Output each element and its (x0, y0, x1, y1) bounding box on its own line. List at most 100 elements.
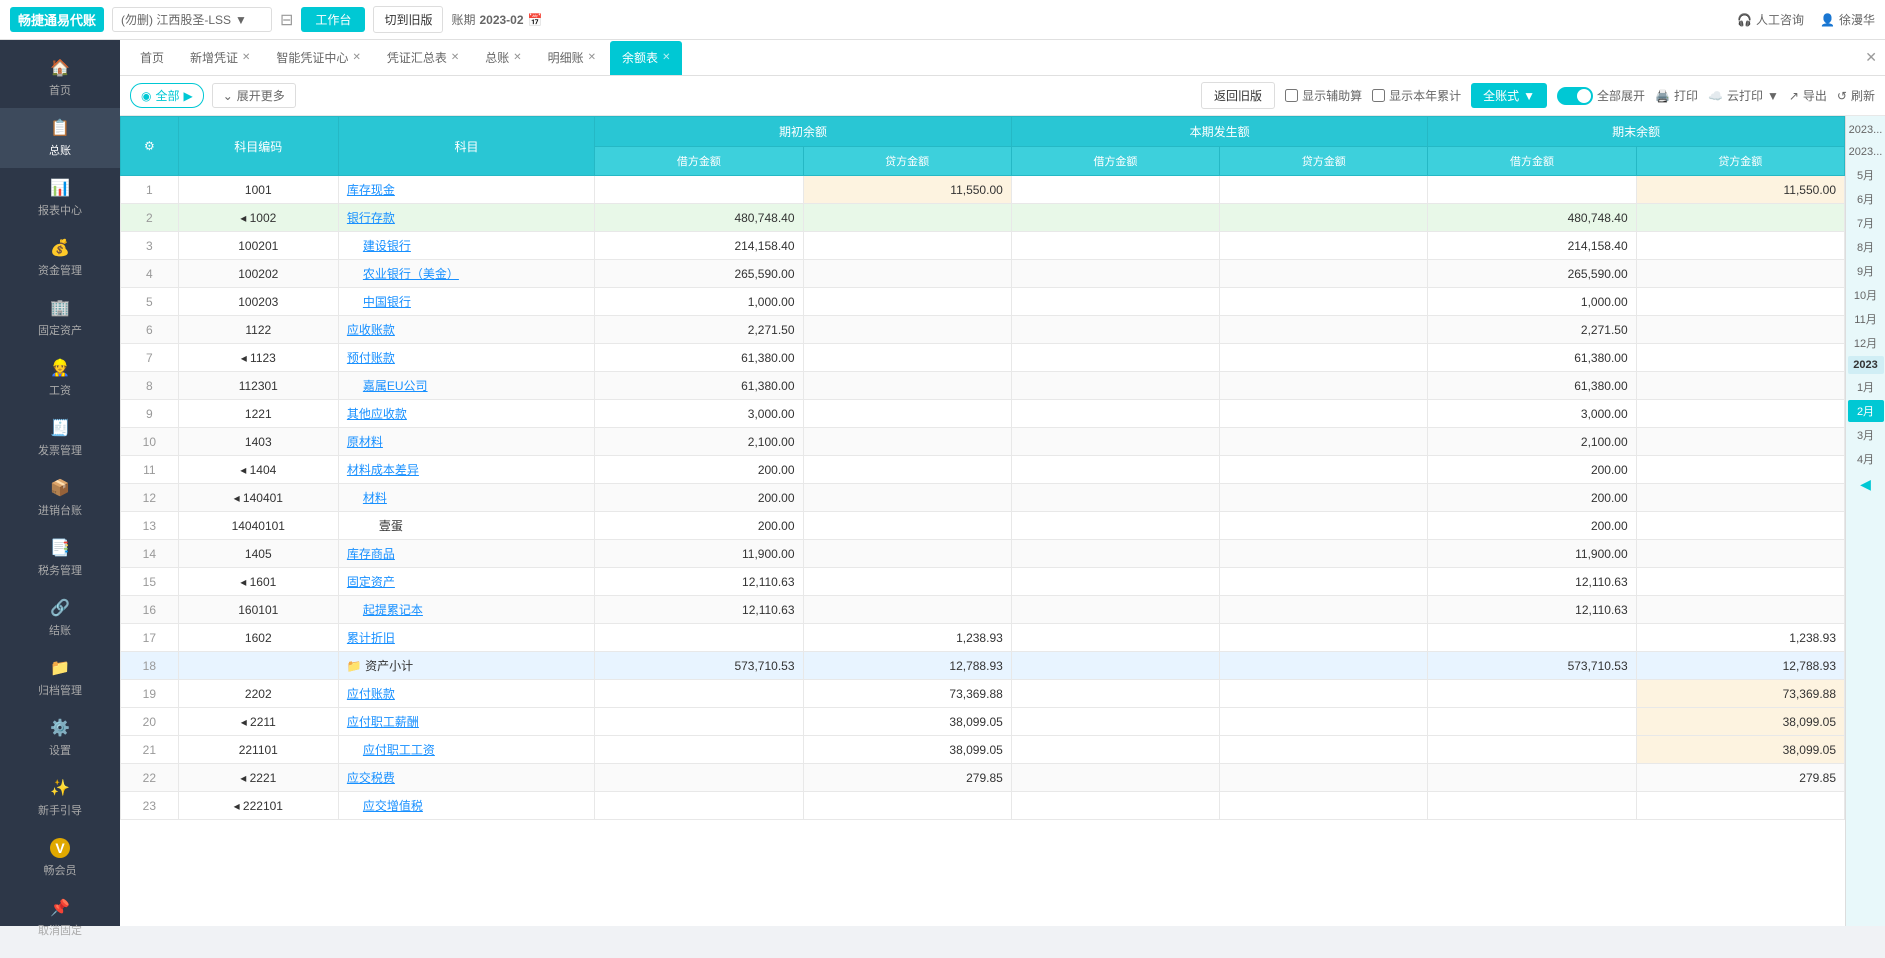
month-9[interactable]: 9月 (1848, 260, 1884, 282)
sidebar-item-archive[interactable]: 📁 归档管理 (0, 648, 120, 708)
row-name[interactable]: 原材料 (338, 428, 594, 456)
tab-close-detail-ledger[interactable]: ✕ (588, 52, 596, 63)
row-name[interactable]: 农业银行（美金） (338, 260, 594, 288)
sidebar-item-funds[interactable]: 💰 资金管理 (0, 228, 120, 288)
company-selector[interactable]: (勿删) 江西股圣-LSS ▼ (112, 7, 272, 32)
row-name[interactable]: 银行存款 (338, 204, 594, 232)
switch-button[interactable]: 切到旧版 (373, 6, 443, 33)
month-4[interactable]: 4月 (1848, 448, 1884, 470)
table-row[interactable]: 192202应付账款73,369.8873,369.88 (121, 680, 1845, 708)
table-row[interactable]: 1314040101壹蛋200.00200.00 (121, 512, 1845, 540)
table-row[interactable]: 101403原材料2,100.002,100.00 (121, 428, 1845, 456)
close-all-tabs-icon[interactable]: ✕ (1865, 49, 1877, 66)
row-name[interactable]: 库存现金 (338, 176, 594, 204)
expand-button[interactable]: ⌄ 展开更多 (212, 83, 296, 108)
print-button[interactable]: 🖨️ 打印 (1655, 87, 1698, 104)
tab-smart-voucher[interactable]: 智能凭证中心 ✕ (264, 41, 372, 75)
table-row[interactable]: 4100202农业银行（美金）265,590.00265,590.00 (121, 260, 1845, 288)
user-info[interactable]: 👤 徐漫华 (1820, 11, 1875, 28)
export-button[interactable]: ↗ 导出 (1789, 87, 1827, 104)
row-name[interactable]: 预付账款 (338, 344, 594, 372)
row-name[interactable]: 📁 资产小计 (338, 652, 594, 680)
sidebar-item-vip[interactable]: V 畅会员 (0, 828, 120, 888)
table-row[interactable]: 11◂ 1404材料成本差异200.00200.00 (121, 456, 1845, 484)
refresh-button[interactable]: ↺ 刷新 (1837, 87, 1875, 104)
sidebar-item-salary[interactable]: 👷 工资 (0, 348, 120, 408)
month-1[interactable]: 1月 (1848, 376, 1884, 398)
row-name[interactable]: 材料 (338, 484, 594, 512)
tab-balance-sheet[interactable]: 余额表 ✕ (610, 41, 682, 75)
table-row[interactable]: 2◂ 1002银行存款480,748.40480,748.40 (121, 204, 1845, 232)
table-row[interactable]: 171602累计折旧1,238.931,238.93 (121, 624, 1845, 652)
filter-button[interactable]: ◉ 全部 ▶ (130, 83, 204, 108)
settings-col-header[interactable]: ⚙ (121, 117, 179, 176)
table-row[interactable]: 11001库存现金11,550.0011,550.00 (121, 176, 1845, 204)
sidebar-item-inventory[interactable]: 📦 进销台账 (0, 468, 120, 528)
tab-general-ledger[interactable]: 总账 ✕ (473, 41, 533, 75)
table-row[interactable]: 141405库存商品11,900.0011,900.00 (121, 540, 1845, 568)
sidebar-item-ledger[interactable]: 📋 总账 (0, 108, 120, 168)
copy-icon[interactable]: ⊟ (280, 10, 293, 30)
table-row[interactable]: 7◂ 1123预付账款61,380.0061,380.00 (121, 344, 1845, 372)
month-10[interactable]: 10月 (1848, 284, 1884, 306)
workbench-button[interactable]: 工作台 (301, 7, 365, 32)
row-name[interactable]: 壹蛋 (338, 512, 594, 540)
sidebar-item-home[interactable]: 🏠 首页 (0, 48, 120, 108)
tab-close-voucher-summary[interactable]: ✕ (451, 52, 459, 63)
sidebar-item-reports[interactable]: 📊 报表中心 (0, 168, 120, 228)
row-name[interactable]: 应收账款 (338, 316, 594, 344)
month-8[interactable]: 8月 (1848, 236, 1884, 258)
month-5[interactable]: 5月 (1848, 164, 1884, 186)
table-row[interactable]: 18📁 资产小计573,710.5312,788.93573,710.5312,… (121, 652, 1845, 680)
table-row[interactable]: 22◂ 2221应交税费279.85279.85 (121, 764, 1845, 792)
row-name[interactable]: 中国银行 (338, 288, 594, 316)
return-old-version-button[interactable]: 返回旧版 (1201, 82, 1275, 109)
show-ytd-checkbox[interactable] (1372, 89, 1385, 102)
tab-new-voucher[interactable]: 新增凭证 ✕ (178, 41, 262, 75)
month-11[interactable]: 11月 (1848, 308, 1884, 330)
tab-close-balance-sheet[interactable]: ✕ (662, 52, 670, 63)
table-row[interactable]: 16160101起提累记本12,110.6312,110.63 (121, 596, 1845, 624)
row-name[interactable]: 应付职工薪酬 (338, 708, 594, 736)
tab-close-new-voucher[interactable]: ✕ (242, 52, 250, 63)
toggle-track[interactable] (1557, 87, 1593, 105)
sidebar-item-settings[interactable]: ⚙️ 设置 (0, 708, 120, 768)
row-name[interactable]: 其他应收款 (338, 400, 594, 428)
expand-all-toggle[interactable]: 全部展开 (1557, 87, 1645, 105)
sidebar-item-tax[interactable]: 📑 税务管理 (0, 528, 120, 588)
month-7[interactable]: 7月 (1848, 212, 1884, 234)
row-name[interactable]: 应交税费 (338, 764, 594, 792)
month-6[interactable]: 6月 (1848, 188, 1884, 210)
sidebar-item-close[interactable]: 🔗 结账 (0, 588, 120, 648)
table-row[interactable]: 61122应收账款2,271.502,271.50 (121, 316, 1845, 344)
tab-close-smart-voucher[interactable]: ✕ (352, 52, 360, 63)
row-name[interactable]: 建设银行 (338, 232, 594, 260)
table-row[interactable]: 91221其他应收款3,000.003,000.00 (121, 400, 1845, 428)
table-row[interactable]: 8112301嘉属EU公司61,380.0061,380.00 (121, 372, 1845, 400)
table-row[interactable]: 12◂ 140401材料200.00200.00 (121, 484, 1845, 512)
table-row[interactable]: 5100203中国银行1,000.001,000.00 (121, 288, 1845, 316)
row-name[interactable]: 累计折旧 (338, 624, 594, 652)
table-row[interactable]: 20◂ 2211应付职工薪酬38,099.0538,099.05 (121, 708, 1845, 736)
calendar-icon[interactable]: 📅 (528, 13, 543, 27)
row-name[interactable]: 应交增值税 (338, 792, 594, 820)
row-name[interactable]: 起提累记本 (338, 596, 594, 624)
consult-button[interactable]: 🎧 人工咨询 (1737, 11, 1804, 28)
tab-home[interactable]: 首页 (128, 41, 176, 75)
row-name[interactable]: 库存商品 (338, 540, 594, 568)
table-row[interactable]: 3100201建设银行214,158.40214,158.40 (121, 232, 1845, 260)
table-row[interactable]: 23◂ 222101应交增值税 (121, 792, 1845, 820)
tab-voucher-summary[interactable]: 凭证汇总表 ✕ (375, 41, 471, 75)
row-name[interactable]: 材料成本差异 (338, 456, 594, 484)
table-wrapper[interactable]: ⚙ 科目编码 科目 期初余额 本期发生额 期末余额 借方金额 贷方金额 借方金额… (120, 116, 1845, 926)
row-name[interactable]: 嘉属EU公司 (338, 372, 594, 400)
show-aux-checkbox[interactable] (1285, 89, 1298, 102)
month-3[interactable]: 3月 (1848, 424, 1884, 446)
cloud-print-button[interactable]: ☁️ 云打印 ▼ (1708, 87, 1779, 104)
tab-close-general-ledger[interactable]: ✕ (513, 52, 521, 63)
table-row[interactable]: 21221101应付职工工资38,099.0538,099.05 (121, 736, 1845, 764)
sidebar-item-invoice[interactable]: 🧾 发票管理 (0, 408, 120, 468)
month-2-active[interactable]: 2月 (1848, 400, 1884, 422)
row-name[interactable]: 固定资产 (338, 568, 594, 596)
month-12[interactable]: 12月 (1848, 332, 1884, 354)
